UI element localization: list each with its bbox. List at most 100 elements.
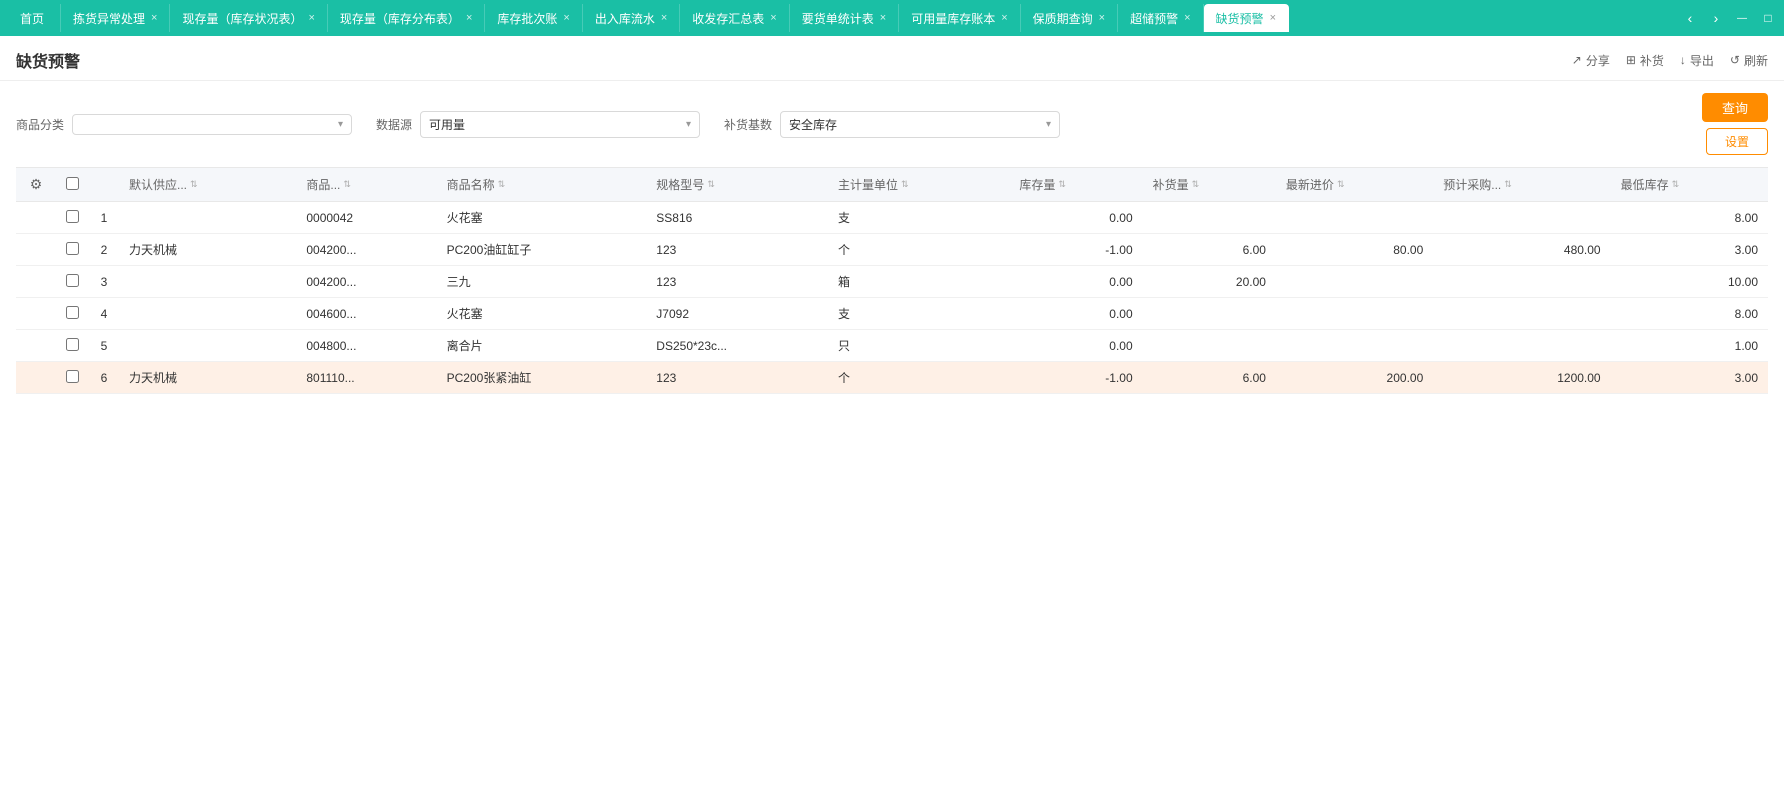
row-stock-5: -1.00 [1009,362,1142,394]
category-filter-group: 商品分类 ▾ [16,114,352,135]
tab-available-ledger[interactable]: 可用量库存账本 × [899,4,1020,32]
query-button[interactable]: 查询 [1702,93,1768,122]
tab-order-stats-close[interactable]: × [880,12,886,24]
row-price-0 [1276,202,1433,234]
th-replenish-qty[interactable]: 补货量 ⇅ [1143,168,1276,202]
row-checkbox-3[interactable] [66,306,79,319]
tab-shortage[interactable]: 缺货预警 × [1204,4,1289,32]
tab-abnormal-close[interactable]: × [151,12,157,24]
th-rownum [89,168,119,202]
tab-expiry-query-close[interactable]: × [1099,12,1105,24]
tab-home[interactable]: 首页 [4,4,61,32]
tab-expiry-query-label: 保质期查询 [1033,10,1093,27]
settings-button[interactable]: 设置 [1706,128,1768,155]
filter-actions: 查询 设置 [1702,93,1768,155]
datasource-select[interactable]: 可用量 ▾ [420,111,700,138]
replenish-base-select-arrow: ▾ [1046,119,1051,130]
th-unit[interactable]: 主计量单位 ⇅ [828,168,1009,202]
row-checkbox-cell[interactable] [56,234,89,266]
table-row: 1 0000042 火花塞 SS816 支 0.00 8.00 [16,202,1768,234]
tab-order-stats[interactable]: 要货单统计表 × [790,4,899,32]
tab-overstock[interactable]: 超储预警 × [1118,4,1203,32]
category-filter-label: 商品分类 [16,116,64,133]
row-checkbox-cell[interactable] [56,202,89,234]
tab-expiry-query[interactable]: 保质期查询 × [1021,4,1118,32]
row-checkbox-cell[interactable] [56,362,89,394]
table-row: 6 力天机械 801110... PC200张紧油缸 123 个 -1.00 6… [16,362,1768,394]
share-button[interactable]: ↗ 分享 [1572,52,1610,69]
row-supplier-4 [119,330,296,362]
th-min-stock[interactable]: 最低库存 ⇅ [1611,168,1768,202]
row-settings-cell [16,234,56,266]
tab-collect-summary[interactable]: 收发存汇总表 × [680,4,789,32]
tab-prev-button[interactable]: ‹ [1678,6,1702,30]
row-code-2: 004200... [296,266,436,298]
tab-abnormal[interactable]: 拣货异常处理 × [61,4,170,32]
tab-abnormal-label: 拣货异常处理 [73,10,145,27]
table-row: 4 004600... 火花塞 J7092 支 0.00 8.00 [16,298,1768,330]
th-default-supplier[interactable]: 默认供应... ⇅ [119,168,296,202]
tab-inventory-status-close[interactable]: × [308,12,314,24]
replenish-base-select[interactable]: 安全库存 ▾ [780,111,1060,138]
select-all-checkbox[interactable] [66,177,79,190]
tab-inventory-status-label: 现存量（库存状况表） [182,10,302,27]
th-est-purchase[interactable]: 预计采购... ⇅ [1433,168,1610,202]
th-stock-qty[interactable]: 库存量 ⇅ [1009,168,1142,202]
th-spec[interactable]: 规格型号 ⇅ [646,168,828,202]
row-min-2: 10.00 [1611,266,1768,298]
row-num-1: 2 [89,234,119,266]
tab-collect-summary-close[interactable]: × [770,12,776,24]
row-stock-2: 0.00 [1009,266,1142,298]
export-button[interactable]: ↓ 导出 [1680,52,1714,69]
settings-icon: ⚙ [30,176,43,192]
tab-overstock-close[interactable]: × [1184,12,1190,24]
row-spec-3: J7092 [646,298,828,330]
data-table: ⚙ 默认供应... ⇅ 商品... [16,167,1768,394]
row-est-3 [1433,298,1610,330]
row-checkbox-5[interactable] [66,370,79,383]
tab-shortage-close[interactable]: × [1270,12,1276,24]
tab-batch-account[interactable]: 库存批次账 × [485,4,582,32]
category-select[interactable]: ▾ [72,114,352,135]
refresh-button[interactable]: ↺ 刷新 [1730,52,1768,69]
row-checkbox-4[interactable] [66,338,79,351]
table-row: 3 004200... 三九 123 箱 0.00 20.00 10.00 [16,266,1768,298]
refresh-label: 刷新 [1744,52,1768,69]
tab-inventory-dist[interactable]: 现存量（库存分布表） × [328,4,485,32]
tab-available-ledger-close[interactable]: × [1001,12,1007,24]
th-settings[interactable]: ⚙ [16,168,56,202]
table-row: 5 004800... 离合片 DS250*23c... 只 0.00 1.00 [16,330,1768,362]
tab-inventory-status[interactable]: 现存量（库存状况表） × [170,4,327,32]
th-product-code[interactable]: 商品... ⇅ [296,168,436,202]
tab-next-button[interactable]: › [1704,6,1728,30]
replenish-base-select-value: 安全库存 [789,116,837,133]
tab-inout-flow-close[interactable]: × [661,12,667,24]
row-stock-3: 0.00 [1009,298,1142,330]
tab-maximize-button[interactable]: □ [1756,6,1780,30]
tab-inout-flow[interactable]: 出入库流水 × [583,4,680,32]
row-checkbox-cell[interactable] [56,266,89,298]
tab-shortage-label: 缺货预警 [1216,10,1264,27]
th-checkbox[interactable] [56,168,89,202]
row-name-2: 三九 [437,266,647,298]
th-product-name[interactable]: 商品名称 ⇅ [437,168,647,202]
row-name-0: 火花塞 [437,202,647,234]
tab-inventory-dist-close[interactable]: × [466,12,472,24]
tab-inout-flow-label: 出入库流水 [595,10,655,27]
row-checkbox-1[interactable] [66,242,79,255]
tab-batch-account-close[interactable]: × [563,12,569,24]
row-checkbox-2[interactable] [66,274,79,287]
row-min-5: 3.00 [1611,362,1768,394]
th-latest-price[interactable]: 最新进价 ⇅ [1276,168,1433,202]
row-stock-4: 0.00 [1009,330,1142,362]
row-unit-0: 支 [828,202,1009,234]
row-checkbox-cell[interactable] [56,330,89,362]
replenish-icon: ⊞ [1626,53,1636,67]
row-checkbox-cell[interactable] [56,298,89,330]
row-checkbox-0[interactable] [66,210,79,223]
replenish-button[interactable]: ⊞ 补货 [1626,52,1664,69]
tab-minimize-button[interactable]: — [1730,6,1754,30]
row-price-4 [1276,330,1433,362]
sort-icon-stock: ⇅ [1058,179,1066,190]
row-num-5: 6 [89,362,119,394]
